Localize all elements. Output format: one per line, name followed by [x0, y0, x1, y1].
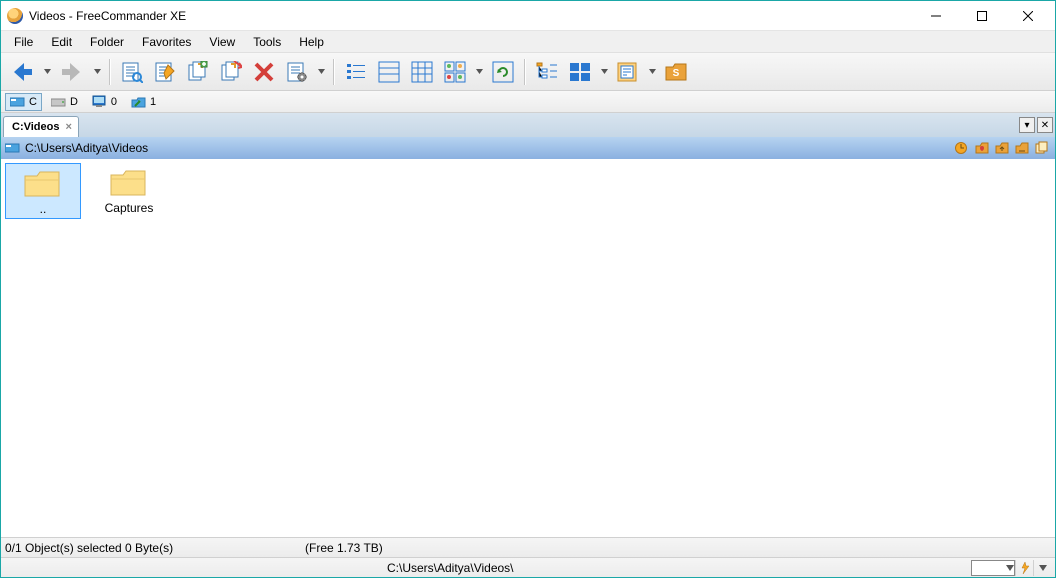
- toggle-panels-button[interactable]: [566, 57, 594, 87]
- menubar: File Edit Folder Favorites View Tools He…: [1, 31, 1055, 53]
- window-buttons: [913, 1, 1051, 30]
- status-selection: 0/1 Object(s) selected 0 Byte(s): [5, 541, 305, 555]
- forward-button[interactable]: [57, 57, 87, 87]
- status-dropdown[interactable]: [1033, 560, 1051, 576]
- menu-folder[interactable]: Folder: [81, 33, 133, 51]
- drive-label: C: [29, 96, 37, 108]
- view-list-button[interactable]: [375, 57, 403, 87]
- favorites-icon[interactable]: [973, 140, 991, 156]
- file-item-parent[interactable]: ..: [5, 163, 81, 219]
- drive-icon: [5, 141, 21, 155]
- tab-current[interactable]: C:Videos ×: [3, 116, 79, 137]
- menu-view[interactable]: View: [200, 33, 244, 51]
- toolbar-separator: [524, 59, 526, 85]
- menu-tools[interactable]: Tools: [244, 33, 290, 51]
- view-smallicons-button[interactable]: [408, 57, 436, 87]
- view-details-button[interactable]: [342, 57, 370, 87]
- tree-toggle-button[interactable]: [533, 57, 561, 87]
- file-label: Captures: [105, 201, 154, 215]
- tab-label: C:Videos: [12, 121, 59, 133]
- properties-button[interactable]: [283, 57, 311, 87]
- menu-edit[interactable]: Edit: [42, 33, 81, 51]
- status-bar-upper: 0/1 Object(s) selected 0 Byte(s) (Free 1…: [1, 537, 1055, 557]
- status-flash-icon[interactable]: [1015, 560, 1033, 576]
- svg-text:S: S: [673, 68, 680, 79]
- copy-path-icon[interactable]: [1033, 140, 1051, 156]
- tab-menu-button[interactable]: ▾: [1019, 117, 1035, 133]
- maximize-button[interactable]: [959, 1, 1005, 30]
- drive-c[interactable]: C: [5, 93, 42, 111]
- app-icon: [7, 8, 23, 24]
- menu-favorites[interactable]: Favorites: [133, 33, 200, 51]
- drive-1[interactable]: 1: [126, 93, 161, 111]
- drive-label: 1: [150, 96, 156, 108]
- status-free: (Free 1.73 TB): [305, 541, 383, 555]
- quickview-button[interactable]: [614, 57, 642, 87]
- toolbar-separator: [109, 59, 111, 85]
- move-button[interactable]: [217, 57, 245, 87]
- up-folder-icon[interactable]: [993, 140, 1011, 156]
- refresh-button[interactable]: [489, 57, 517, 87]
- address-path[interactable]: C:\Users\Aditya\Videos: [25, 141, 953, 155]
- file-label: ..: [40, 202, 47, 216]
- folder-icon: [109, 167, 149, 199]
- drive-0[interactable]: 0: [87, 93, 122, 111]
- history-icon[interactable]: [953, 140, 971, 156]
- minimize-button[interactable]: [913, 1, 959, 30]
- view-button[interactable]: [118, 57, 146, 87]
- menu-file[interactable]: File: [5, 33, 42, 51]
- tabstrip: C:Videos × ▾ ✕: [1, 113, 1055, 137]
- copy-button[interactable]: [184, 57, 212, 87]
- panels-dropdown[interactable]: [599, 69, 609, 74]
- drive-label: 0: [111, 96, 117, 108]
- view-thumbnails-button[interactable]: [441, 57, 469, 87]
- toolbar-separator: [333, 59, 335, 85]
- close-button[interactable]: [1005, 1, 1051, 30]
- window-title: Videos - FreeCommander XE: [29, 9, 913, 23]
- drive-label: D: [70, 96, 78, 108]
- drive-d[interactable]: D: [46, 93, 83, 111]
- address-bar[interactable]: C:\Users\Aditya\Videos: [1, 137, 1055, 159]
- titlebar: Videos - FreeCommander XE: [1, 1, 1055, 31]
- tab-close-all-button[interactable]: ✕: [1037, 117, 1053, 133]
- edit-button[interactable]: [151, 57, 179, 87]
- view-dropdown[interactable]: [474, 69, 484, 74]
- address-prefix: C:: [25, 141, 37, 155]
- menu-help[interactable]: Help: [290, 33, 333, 51]
- drivebar: C D 0 1: [1, 91, 1055, 113]
- root-folder-icon[interactable]: [1013, 140, 1031, 156]
- toolbar: S: [1, 53, 1055, 91]
- status-path[interactable]: C:\Users\Aditya\Videos\: [385, 561, 685, 575]
- address-tail: \Users\Aditya\Videos: [37, 141, 148, 155]
- back-button[interactable]: [7, 57, 37, 87]
- folder-icon: [23, 168, 63, 200]
- status-combo[interactable]: [971, 560, 1015, 576]
- delete-button[interactable]: [250, 57, 278, 87]
- properties-dropdown[interactable]: [316, 69, 326, 74]
- address-quick-icons: [953, 140, 1051, 156]
- status-bar-lower: C:\Users\Aditya\Videos\: [1, 557, 1055, 577]
- quickview-dropdown[interactable]: [647, 69, 657, 74]
- back-dropdown[interactable]: [42, 69, 52, 74]
- file-pane[interactable]: .. Captures: [1, 159, 1055, 537]
- forward-dropdown[interactable]: [92, 69, 102, 74]
- search-folder-button[interactable]: S: [662, 57, 690, 87]
- tab-close-icon[interactable]: ×: [65, 121, 71, 133]
- file-item-captures[interactable]: Captures: [91, 163, 167, 217]
